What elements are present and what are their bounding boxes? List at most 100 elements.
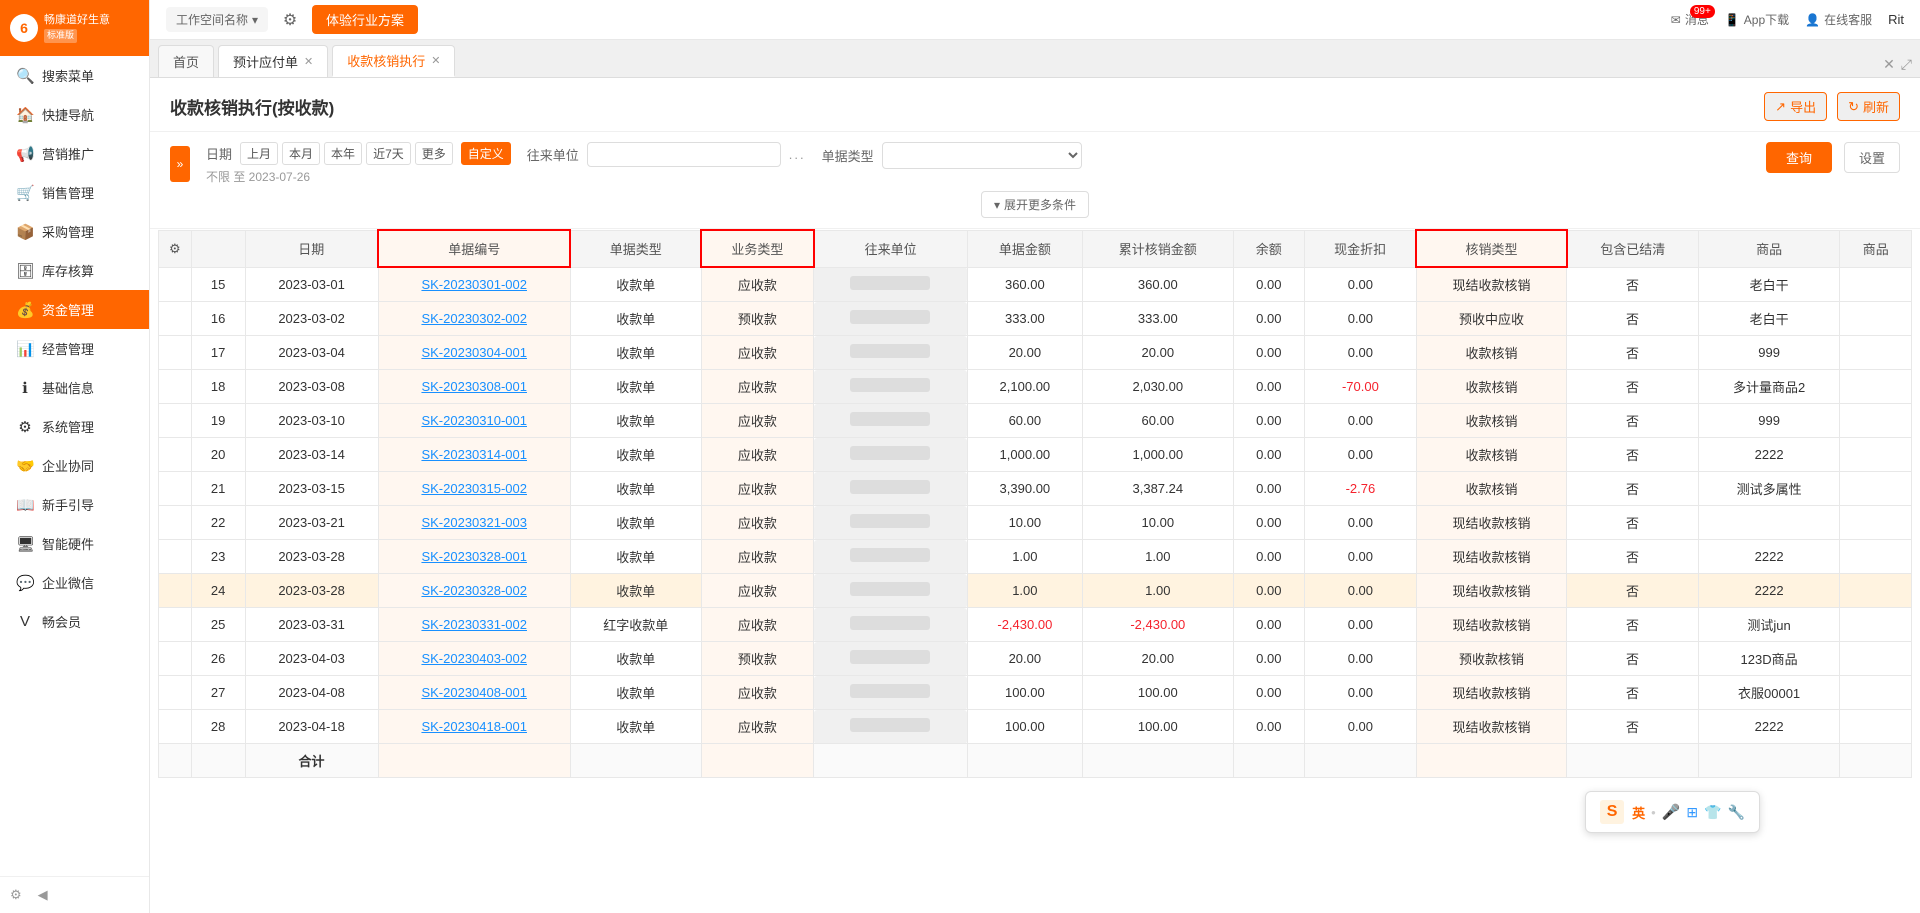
cell-biz_type: 预收款 (701, 642, 814, 676)
cell-cancel_type: 收款核销 (1416, 336, 1567, 370)
tab-close-prepay[interactable]: ✕ (304, 55, 313, 68)
sidebar-item-corp[interactable]: 🤝企业协同 (0, 446, 149, 485)
row-settings-cell (159, 336, 192, 370)
blurred-counterpart (850, 650, 930, 664)
cell-biz_type: 预收款 (701, 302, 814, 336)
blurred-counterpart (850, 582, 930, 596)
date-quick-buttons: 上月本月本年近7天更多 (240, 142, 453, 165)
service-label: 在线客服 (1824, 11, 1872, 28)
close-icon[interactable]: ✕ (1883, 56, 1895, 73)
counterpart-input[interactable] (587, 142, 781, 167)
sidebar-item-inventory[interactable]: 🗄库存核算 (0, 251, 149, 290)
cell-balance: 0.00 (1233, 370, 1304, 404)
cell-num: 17 (191, 336, 245, 370)
bill-no-link[interactable]: SK-20230302-002 (421, 311, 527, 326)
bill-no-link[interactable]: SK-20230328-002 (421, 583, 527, 598)
cell-bill_type: 收款单 (570, 676, 701, 710)
cell-counterpart (814, 370, 968, 404)
cell-balance: 0.00 (1233, 676, 1304, 710)
grid-icon[interactable]: ⊞ (1686, 804, 1698, 821)
maximize-icon[interactable]: ⤢ (1901, 56, 1912, 73)
filter-bar: » 日期 上月本月本年近7天更多 自定义 不限 至 2023-07-26 往来单… (150, 132, 1920, 229)
bill-no-link[interactable]: SK-20230301-002 (421, 277, 527, 292)
sidebar-item-finance[interactable]: 💰资金管理 (0, 290, 149, 329)
cell-bill_no: SK-20230315-002 (378, 472, 570, 506)
cell-balance: 0.00 (1233, 710, 1304, 744)
bill-no-link[interactable]: SK-20230310-001 (421, 413, 527, 428)
sidebar-item-wechat[interactable]: 💬企业微信 (0, 563, 149, 602)
bill-no-link[interactable]: SK-20230403-002 (421, 651, 527, 666)
query-button[interactable]: 查询 (1766, 142, 1832, 173)
bill-no-link[interactable]: SK-20230328-001 (421, 549, 527, 564)
bill-no-link[interactable]: SK-20230308-001 (421, 379, 527, 394)
english-icon[interactable]: 英 (1632, 803, 1645, 822)
cell-product2 (1840, 370, 1912, 404)
tab-receipt-cancel[interactable]: 收款核销执行✕ (332, 45, 455, 77)
bill-no-link[interactable]: SK-20230408-001 (421, 685, 527, 700)
bill-no-link[interactable]: SK-20230418-001 (421, 719, 527, 734)
sidebar-settings-icon[interactable]: ⚙ (10, 887, 22, 903)
cell-balance: 0.00 (1233, 540, 1304, 574)
mic-icon[interactable]: 🎤 (1662, 803, 1681, 821)
date-btn-更多[interactable]: 更多 (415, 142, 453, 165)
sidebar-item-quicknav[interactable]: 🏠快捷导航 (0, 95, 149, 134)
sidebar-collapse-icon[interactable]: ◀ (38, 887, 48, 903)
app-download-button[interactable]: 📱 App下载 (1725, 11, 1789, 28)
sidebar-icon-quicknav: 🏠 (16, 106, 34, 124)
sidebar-item-sales[interactable]: 🛒销售管理 (0, 173, 149, 212)
blurred-counterpart (850, 514, 930, 528)
tab-home[interactable]: 首页 (158, 45, 214, 77)
sidebar-bottom: ⚙ ◀ (0, 876, 149, 913)
date-btn-本月[interactable]: 本月 (282, 142, 320, 165)
sidebar-item-member[interactable]: V畅会员 (0, 602, 149, 641)
gear-icon[interactable]: ⚙ (276, 6, 304, 34)
sidebar-item-marketing[interactable]: 📢营销推广 (0, 134, 149, 173)
cell-total_cancel: 60.00 (1083, 404, 1234, 438)
cell-include_settled: 否 (1567, 608, 1699, 642)
export-button[interactable]: ↗ 导出 (1764, 92, 1827, 121)
bill-type-select[interactable] (882, 142, 1082, 169)
date-btn-上月[interactable]: 上月 (240, 142, 278, 165)
filter-collapse-button[interactable]: » (170, 146, 190, 182)
table-row: 222023-03-21SK-20230321-003收款单应收款10.0010… (159, 506, 1912, 540)
bill-no-link[interactable]: SK-20230321-003 (421, 515, 527, 530)
bill-no-link[interactable]: SK-20230331-002 (421, 617, 527, 632)
more-filters-dots[interactable]: ... (789, 147, 806, 162)
sidebar-item-operation[interactable]: 📊经营管理 (0, 329, 149, 368)
sidebar-item-system[interactable]: ⚙系统管理 (0, 407, 149, 446)
sidebar-item-hardware[interactable]: 🖥智能硬件 (0, 524, 149, 563)
tab-close-receipt-cancel[interactable]: ✕ (431, 54, 440, 67)
cell-num: 28 (191, 710, 245, 744)
refresh-button[interactable]: ↻ 刷新 (1837, 92, 1900, 121)
tab-label-home: 首页 (173, 52, 199, 71)
bill-type-filter-group: 单据类型 (822, 142, 1082, 169)
service-button[interactable]: 👤 在线客服 (1805, 11, 1872, 28)
tools-icon[interactable]: 🔧 (1728, 804, 1745, 821)
solution-button[interactable]: 体验行业方案 (312, 5, 418, 34)
sidebar-item-guide[interactable]: 📖新手引导 (0, 485, 149, 524)
cell-amount: 1.00 (967, 574, 1082, 608)
expand-more-button[interactable]: ▾ 展开更多条件 (981, 191, 1089, 218)
sidebar-item-purchase[interactable]: 📦采购管理 (0, 212, 149, 251)
sidebar-item-basic[interactable]: ℹ基础信息 (0, 368, 149, 407)
date-btn-近7天[interactable]: 近7天 (366, 142, 411, 165)
sidebar-item-search[interactable]: 🔍搜索菜单 (0, 56, 149, 95)
date-btn-本年[interactable]: 本年 (324, 142, 362, 165)
tab-prepay[interactable]: 预计应付单✕ (218, 45, 328, 77)
bill-no-link[interactable]: SK-20230304-001 (421, 345, 527, 360)
cell-cancel_type: 收款核销 (1416, 370, 1567, 404)
bill-no-link[interactable]: SK-20230315-002 (421, 481, 527, 496)
shirt-icon[interactable]: 👕 (1704, 804, 1721, 821)
cell-balance: 0.00 (1233, 404, 1304, 438)
footer-cell-7 (1083, 744, 1234, 778)
row-settings-cell (159, 472, 192, 506)
service-icon: 👤 (1805, 13, 1820, 27)
settings-button[interactable]: 设置 (1844, 142, 1900, 173)
col-header-product2: 商品 (1840, 230, 1912, 267)
bill-no-link[interactable]: SK-20230314-001 (421, 447, 527, 462)
cell-date: 2023-04-03 (245, 642, 378, 676)
custom-date-button[interactable]: 自定义 (461, 142, 511, 165)
row-settings-cell (159, 608, 192, 642)
workspace-selector[interactable]: 工作空间名称 ▾ (166, 7, 268, 32)
message-button[interactable]: ✉ 消息 99+ (1671, 11, 1709, 28)
